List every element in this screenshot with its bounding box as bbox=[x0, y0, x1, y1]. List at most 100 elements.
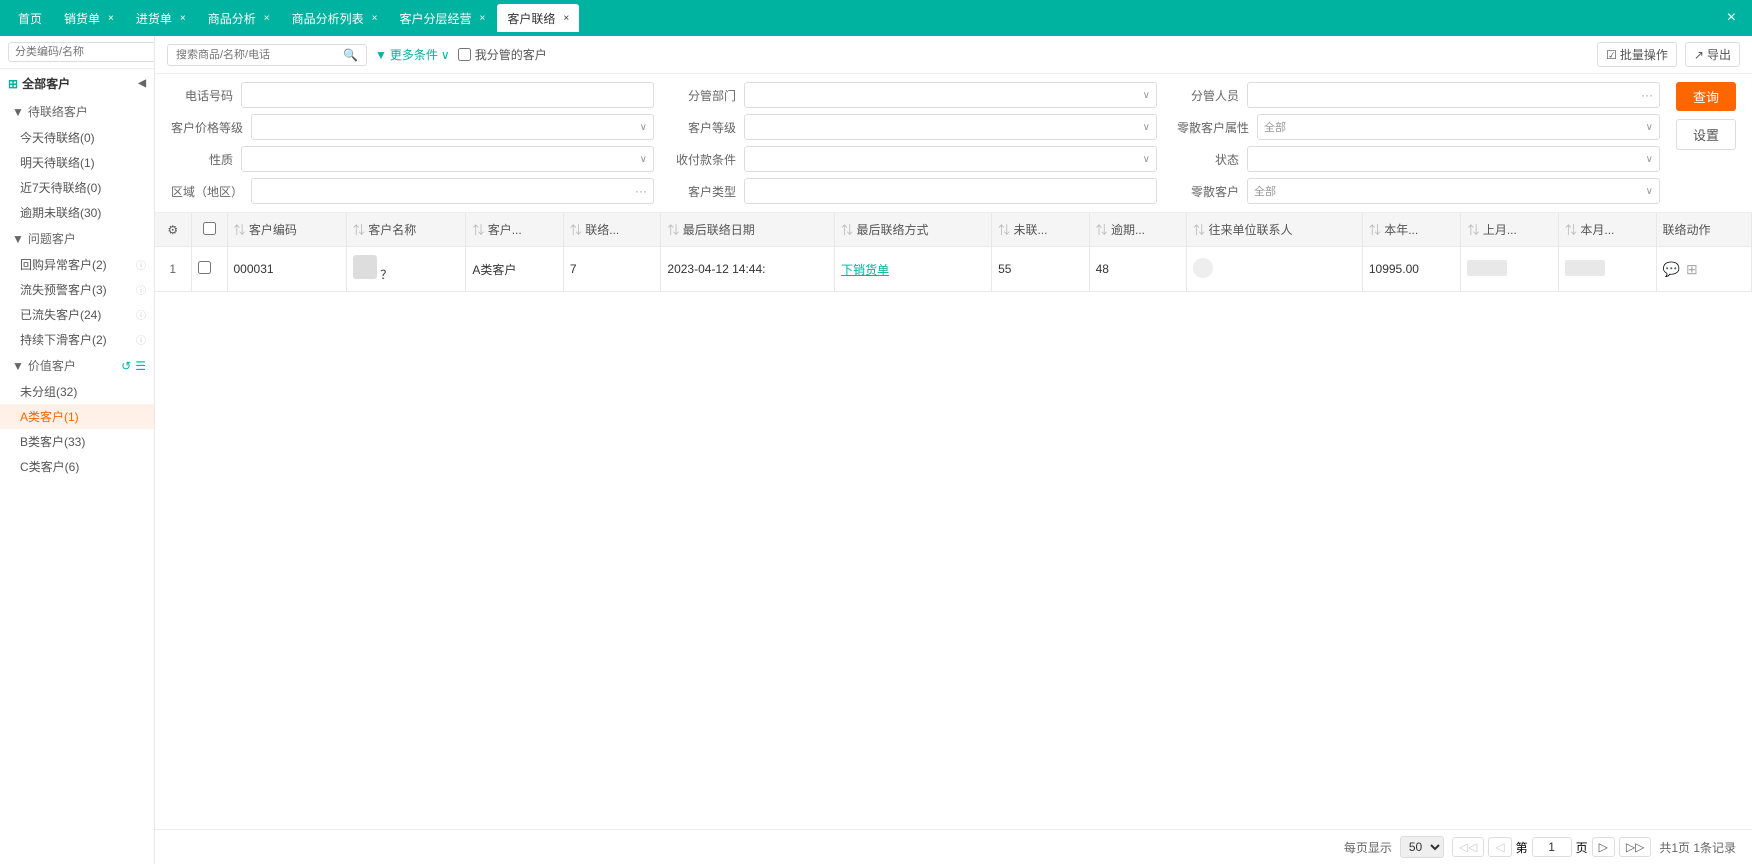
nav-tab-customer-contact[interactable]: 客户联络 × bbox=[497, 4, 579, 32]
nature-select[interactable]: ∨ bbox=[241, 146, 654, 172]
nav-tab-purchase[interactable]: 进货单 × bbox=[126, 4, 196, 32]
info-icon: ⓘ bbox=[136, 307, 146, 322]
payment-select[interactable]: ∨ bbox=[744, 146, 1157, 172]
page-number-input[interactable] bbox=[1532, 837, 1572, 857]
row-name: ？ bbox=[346, 247, 465, 292]
my-customers-checkbox[interactable]: 我分管的客户 bbox=[458, 46, 547, 63]
my-customers-input[interactable] bbox=[458, 48, 471, 61]
nav-tab-close[interactable]: × bbox=[372, 13, 378, 24]
phone-input[interactable] bbox=[241, 82, 654, 108]
row-this-year: 10995.00 bbox=[1362, 247, 1461, 292]
nav-tab-analysis-list[interactable]: 商品分析列表 × bbox=[282, 4, 388, 32]
sidebar-item-7days[interactable]: 近7天待联络(0) bbox=[0, 175, 154, 200]
retail-attr-select[interactable]: 全部 ∨ bbox=[1257, 114, 1660, 140]
wait-contact-group[interactable]: ▼ 待联络客户 bbox=[0, 98, 154, 125]
sidebar-item-declining[interactable]: 持续下滑客户(2) ⓘ bbox=[0, 327, 154, 352]
nav-tab-customer-tier[interactable]: 客户分层经营 × bbox=[389, 4, 495, 32]
nav-tab-analysis[interactable]: 商品分析 × bbox=[198, 4, 280, 32]
select-all-checkbox[interactable] bbox=[203, 222, 216, 235]
nav-tab-close[interactable]: × bbox=[108, 13, 114, 24]
nav-tab-salesorder[interactable]: 销货单 × bbox=[54, 4, 124, 32]
nav-tab-close[interactable]: × bbox=[563, 13, 569, 24]
sidebar-item-overdue[interactable]: 逾期未联络(30) bbox=[0, 200, 154, 225]
sidebar-item-repurchase-anomaly[interactable]: 回购异常客户(2) ⓘ bbox=[0, 252, 154, 277]
page-size-select[interactable]: 50 bbox=[1400, 836, 1444, 858]
sidebar-item-c-class[interactable]: C类客户(6) bbox=[0, 454, 154, 479]
nature-label: 性质 bbox=[171, 151, 241, 168]
sidebar-item-tomorrow[interactable]: 明天待联络(1) bbox=[0, 150, 154, 175]
th-contact: ⇅ 联络... bbox=[563, 213, 661, 247]
retail-customer-value: 全部 bbox=[1254, 183, 1276, 199]
this-month-bar bbox=[1565, 260, 1605, 276]
comment-action-icon[interactable]: 💬 bbox=[1663, 261, 1680, 278]
next-page-button[interactable]: ▷ bbox=[1592, 837, 1615, 857]
th-action: 联络动作 bbox=[1656, 213, 1751, 247]
customer-type-input[interactable] bbox=[744, 178, 1157, 204]
page-total: 共1页 1条记录 bbox=[1659, 839, 1736, 856]
nav-tab-close[interactable]: × bbox=[180, 13, 186, 24]
qrcode-action-icon[interactable]: ⊞ bbox=[1686, 261, 1698, 278]
sidebar-item-churn-warning[interactable]: 流失预警客户(3) ⓘ bbox=[0, 277, 154, 302]
filter-region: 区域（地区） ··· bbox=[171, 178, 654, 204]
sidebar-item-label: 已流失客户(24) bbox=[20, 306, 101, 323]
batch-op-button[interactable]: ☑ 批量操作 bbox=[1597, 42, 1677, 67]
last-method-link[interactable]: 下销货单 bbox=[841, 263, 889, 277]
filter-dept: 分管部门 ∨ bbox=[674, 82, 1157, 108]
search-input[interactable] bbox=[176, 49, 339, 61]
filter-settings-button[interactable]: 设置 bbox=[1676, 119, 1736, 150]
sidebar-item-b-class[interactable]: B类客户(33) bbox=[0, 429, 154, 454]
value-customers-group[interactable]: ▼ 价值客户 ↺ ☰ bbox=[0, 352, 154, 379]
retail-customer-select[interactable]: 全部 ∨ bbox=[1247, 178, 1660, 204]
row-select-checkbox[interactable] bbox=[198, 261, 211, 274]
sidebar-item-a-class[interactable]: A类客户(1) bbox=[0, 404, 154, 429]
all-customers-header[interactable]: ⊞ 全部客户 ◀ bbox=[0, 69, 154, 98]
content-area: 🔍 ▼ 更多条件 ∨ 我分管的客户 ☑ 批量操作 ↗ 导出 bbox=[155, 36, 1752, 864]
refresh-icon[interactable]: ↺ bbox=[121, 359, 131, 373]
filter-row-2: 客户价格等级 ∨ 客户等级 ∨ bbox=[171, 114, 1660, 140]
export-button[interactable]: ↗ 导出 bbox=[1685, 42, 1740, 67]
sidebar-item-churned[interactable]: 已流失客户(24) ⓘ bbox=[0, 302, 154, 327]
export-label: 导出 bbox=[1707, 46, 1731, 63]
row-checkbox[interactable] bbox=[191, 247, 227, 292]
settings-icon[interactable]: ☰ bbox=[135, 359, 146, 373]
th-sort-icon: ⇅ bbox=[1369, 223, 1381, 237]
th-checkbox[interactable] bbox=[191, 213, 227, 247]
customer-level-select[interactable]: ∨ bbox=[744, 114, 1157, 140]
filter-bar: 🔍 ▼ 更多条件 ∨ 我分管的客户 ☑ 批量操作 ↗ 导出 bbox=[155, 36, 1752, 74]
status-select[interactable]: ∨ bbox=[1247, 146, 1660, 172]
dots-icon: ··· bbox=[1641, 88, 1653, 102]
value-customers-label: 价值客户 bbox=[28, 357, 76, 374]
sidebar-item-today[interactable]: 今天待联络(0) bbox=[0, 125, 154, 150]
nav-home[interactable]: 首页 bbox=[8, 4, 52, 32]
search-icon[interactable]: 🔍 bbox=[343, 48, 358, 62]
manager-input[interactable]: ··· bbox=[1247, 82, 1660, 108]
chevron-down-icon: ∨ bbox=[1646, 186, 1653, 197]
sidebar-search-input[interactable] bbox=[8, 42, 155, 62]
th-sort-icon: ⇅ bbox=[841, 223, 853, 237]
sidebar-item-ungroup[interactable]: 未分组(32) bbox=[0, 379, 154, 404]
th-settings[interactable]: ⚙ bbox=[155, 213, 191, 247]
query-button[interactable]: 查询 bbox=[1676, 82, 1736, 111]
region-input[interactable]: ··· bbox=[251, 178, 654, 204]
filter-status: 状态 ∨ bbox=[1177, 146, 1660, 172]
nav-tab-close[interactable]: × bbox=[264, 13, 270, 24]
search-box[interactable]: 🔍 bbox=[167, 44, 367, 66]
nav-tab-close[interactable]: × bbox=[479, 13, 485, 24]
last-page-button[interactable]: ▷▷ bbox=[1619, 837, 1651, 857]
close-all-button[interactable]: × bbox=[1719, 9, 1744, 27]
prev-page-button[interactable]: ◁ bbox=[1488, 837, 1511, 857]
more-filters-button[interactable]: ▼ 更多条件 ∨ bbox=[375, 46, 450, 63]
collapse-icon[interactable]: ◀ bbox=[138, 78, 146, 89]
problem-customers-label: 问题客户 bbox=[28, 230, 76, 247]
dept-select[interactable]: ∨ bbox=[744, 82, 1157, 108]
problem-customers-group[interactable]: ▼ 问题客户 bbox=[0, 225, 154, 252]
grid-icon: ⊞ bbox=[8, 77, 18, 91]
first-page-button[interactable]: ◁◁ bbox=[1452, 837, 1484, 857]
filter-icon: ▼ bbox=[375, 48, 387, 62]
nav-tab-label: 销货单 bbox=[64, 10, 100, 27]
row-last-method[interactable]: 下销货单 bbox=[835, 247, 992, 292]
row-action-buttons: 💬 ⊞ bbox=[1663, 261, 1745, 278]
table-header-row: ⚙ ⇅ 客户编码 ⇅ 客户名称 ⇅ 客户... ⇅ 联络... ⇅ 最后联络日期… bbox=[155, 213, 1752, 247]
status-label: 状态 bbox=[1177, 151, 1247, 168]
price-level-select[interactable]: ∨ bbox=[251, 114, 654, 140]
